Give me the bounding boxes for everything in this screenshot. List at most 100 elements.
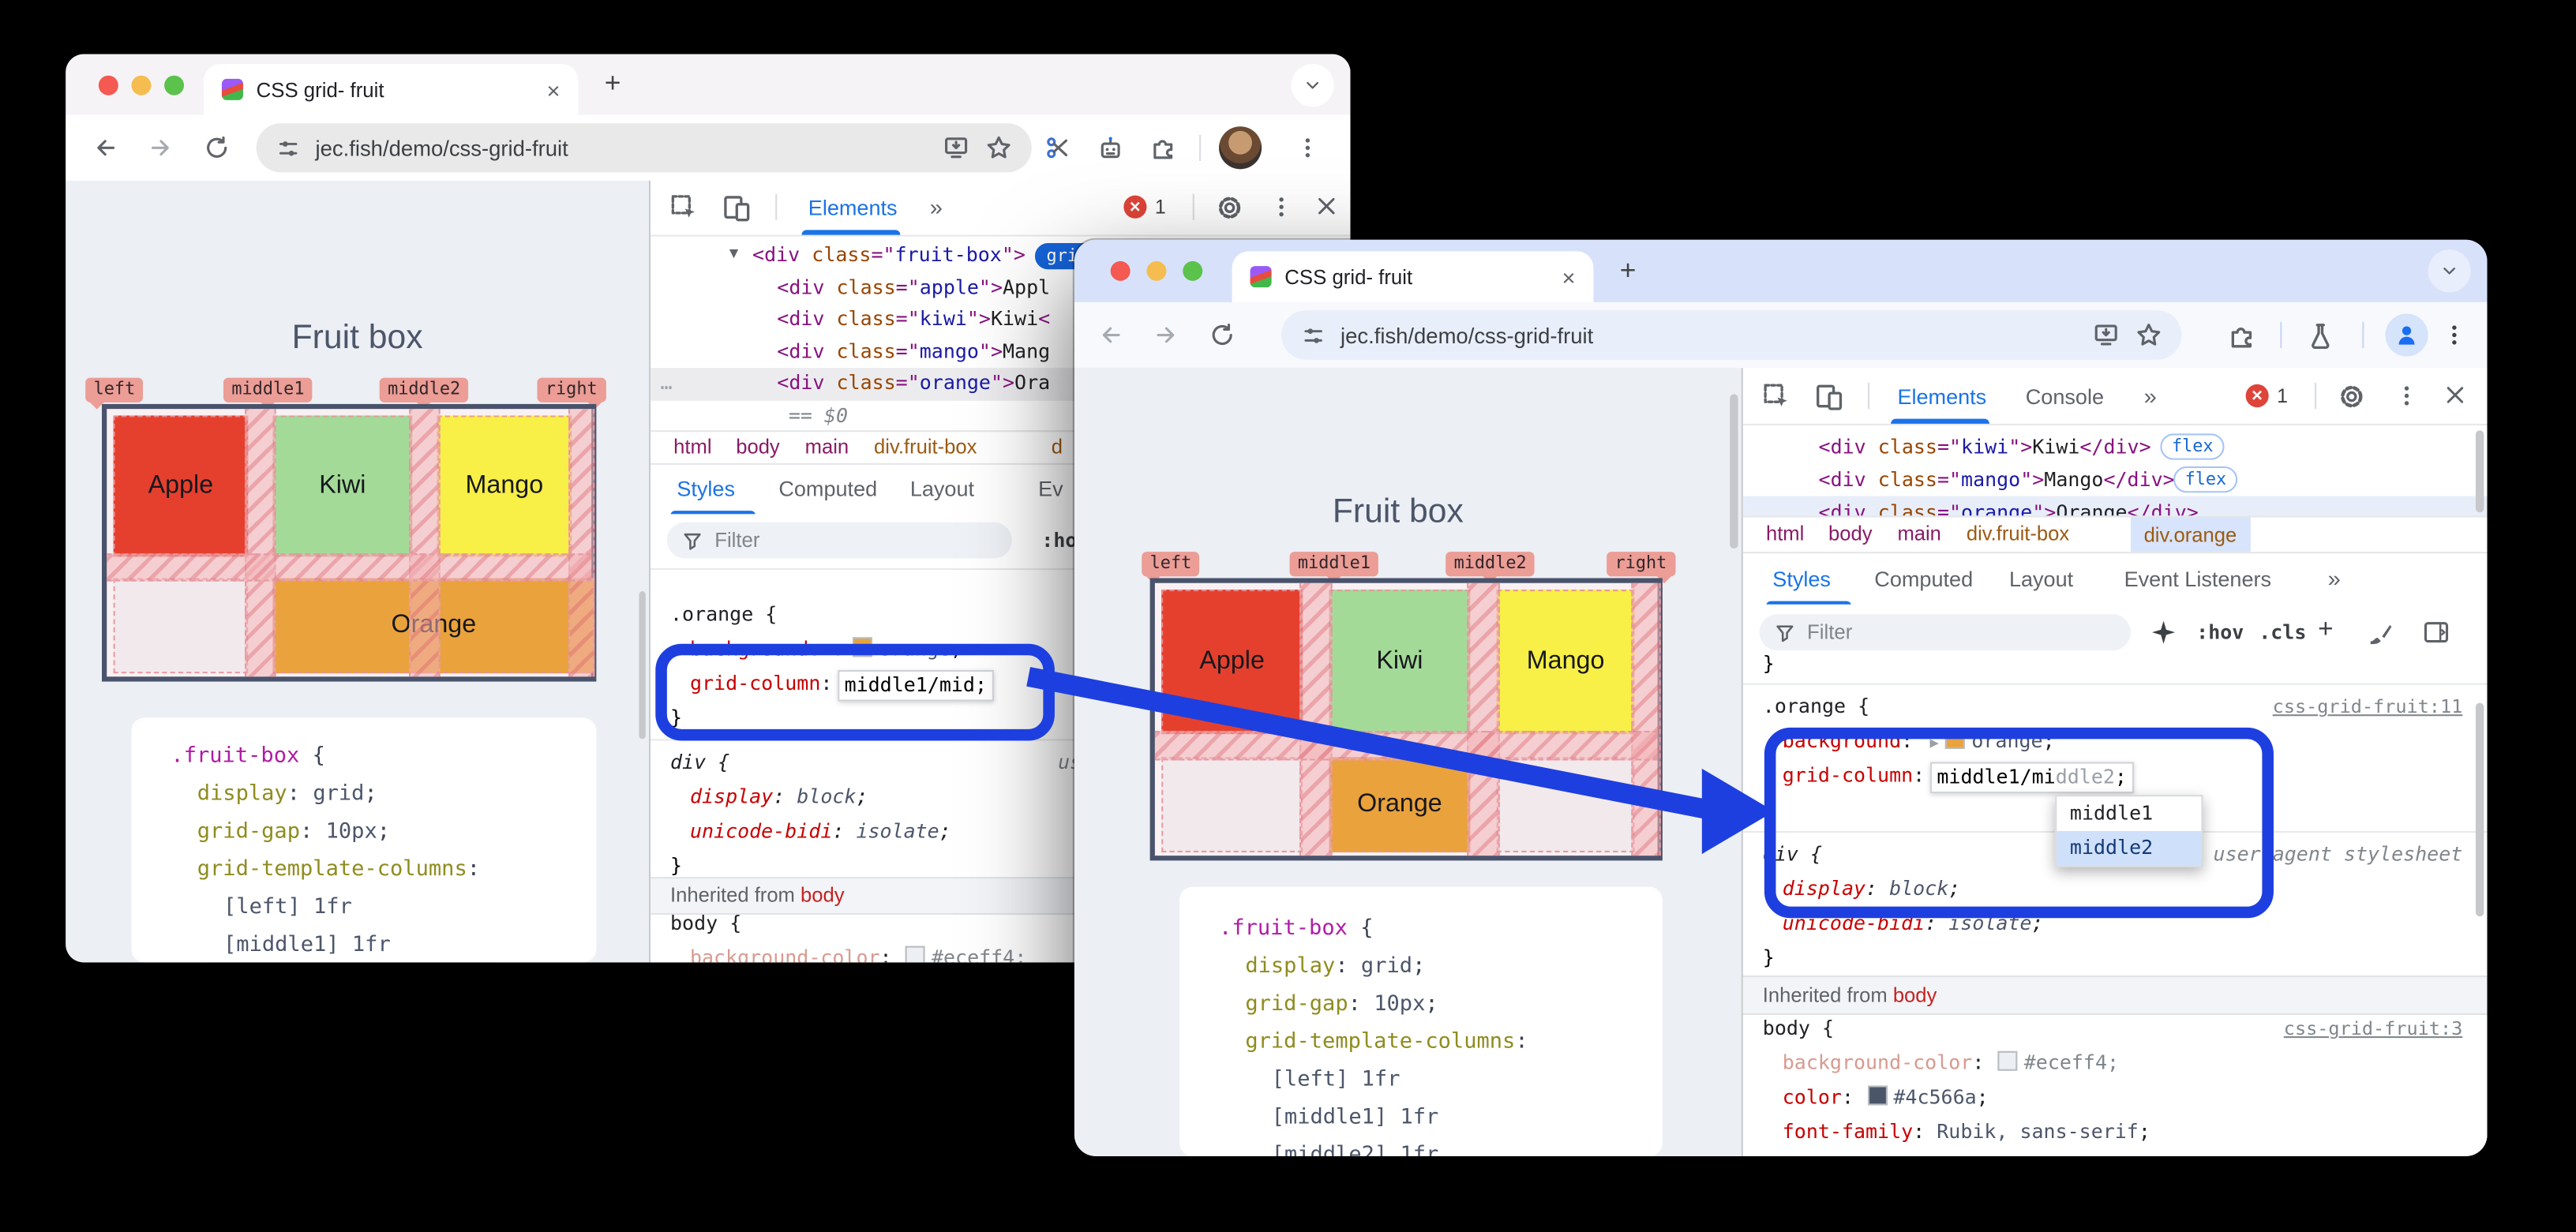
rule-body-background-color[interactable]: background-color: #eceff4; bbox=[1743, 1047, 2488, 1081]
hov-chip[interactable]: :hov bbox=[2196, 621, 2244, 644]
browser-tab[interactable]: CSS grid- fruit × bbox=[1232, 251, 1594, 302]
inspect-icon[interactable] bbox=[1763, 383, 1790, 410]
rule-body-font-family[interactable]: font-family: Rubik, sans-serif; bbox=[1743, 1115, 2488, 1150]
omnibox[interactable]: jec.fish/demo/css-grid-fruit bbox=[256, 123, 1032, 173]
tab-elements[interactable]: Elements bbox=[808, 196, 898, 220]
browser-tab[interactable]: CSS grid- fruit × bbox=[204, 64, 579, 115]
back-nav-icon[interactable] bbox=[92, 135, 118, 161]
devtools-menu-dots-icon[interactable] bbox=[1268, 194, 1294, 220]
flex-badge[interactable]: flex bbox=[2173, 466, 2238, 493]
robot-extension-icon[interactable] bbox=[1097, 135, 1123, 161]
breadcrumb-fruit-box[interactable]: div.fruit-box bbox=[1967, 522, 2069, 545]
back-nav-icon[interactable] bbox=[1097, 322, 1123, 348]
new-rule-plus[interactable]: + bbox=[2318, 616, 2333, 645]
tab-styles[interactable]: Styles bbox=[677, 476, 735, 500]
tab-search-chevron-icon[interactable] bbox=[2428, 249, 2471, 293]
source-link[interactable]: css-grid-fruit:3 bbox=[2284, 1012, 2462, 1047]
source-link[interactable]: css-grid-fruit:11 bbox=[2273, 690, 2463, 725]
close-window-button[interactable] bbox=[1110, 260, 1131, 281]
minimize-window-button[interactable] bbox=[131, 75, 152, 95]
disclosure-triangle-icon[interactable]: ▼ bbox=[729, 240, 738, 272]
forward-nav-icon[interactable] bbox=[1153, 322, 1179, 348]
install-icon[interactable] bbox=[943, 135, 969, 161]
close-window-button[interactable] bbox=[98, 75, 118, 95]
new-tab-button[interactable]: + bbox=[1620, 255, 1637, 288]
tab-close-icon[interactable]: × bbox=[547, 78, 561, 101]
bookmark-star-icon[interactable] bbox=[2135, 322, 2162, 348]
breadcrumb-orange-selected[interactable]: div.orange bbox=[2130, 517, 2250, 554]
breadcrumb-orange-clipped[interactable]: d bbox=[1052, 435, 1063, 458]
more-panels-icon[interactable]: » bbox=[930, 194, 943, 220]
menu-dots-icon[interactable] bbox=[1295, 135, 1321, 161]
extensions-puzzle-icon[interactable] bbox=[1150, 135, 1176, 161]
toggle-sidebar-icon[interactable] bbox=[2423, 619, 2449, 645]
extensions-puzzle-icon[interactable] bbox=[2228, 322, 2255, 350]
breadcrumb-main[interactable]: main bbox=[805, 435, 849, 458]
flex-badge[interactable]: flex bbox=[2160, 433, 2225, 460]
breadcrumb-body[interactable]: body bbox=[736, 435, 780, 458]
devtools-close-icon[interactable] bbox=[1314, 194, 1339, 219]
styles-scrollbar[interactable] bbox=[2475, 702, 2484, 917]
page-scrollbar[interactable] bbox=[639, 591, 646, 740]
ai-sparkle-icon[interactable] bbox=[2150, 619, 2177, 645]
settings-gear-icon[interactable] bbox=[2338, 383, 2365, 410]
bookmark-star-icon[interactable] bbox=[986, 135, 1012, 161]
tab-console[interactable]: Console bbox=[2026, 384, 2104, 409]
menu-dots-icon[interactable] bbox=[2441, 322, 2467, 348]
install-icon[interactable] bbox=[2093, 322, 2119, 348]
breadcrumb-body[interactable]: body bbox=[1828, 522, 1873, 545]
breadcrumb-fruit-box[interactable]: div.fruit-box bbox=[874, 435, 977, 458]
rule-body-selector[interactable]: body { css-grid-fruit:3 bbox=[1743, 1012, 2488, 1047]
filter-input[interactable]: Filter bbox=[1759, 614, 2131, 651]
more-panels-icon[interactable]: » bbox=[2328, 565, 2341, 591]
new-tab-button[interactable]: + bbox=[605, 67, 621, 100]
tab-close-icon[interactable]: × bbox=[1562, 265, 1576, 288]
inherited-node-link[interactable]: body bbox=[801, 884, 845, 907]
breadcrumb-html[interactable]: html bbox=[673, 435, 711, 458]
device-toolbar-icon[interactable] bbox=[723, 194, 751, 222]
url-text[interactable]: jec.fish/demo/css-grid-fruit bbox=[316, 136, 943, 160]
labs-flask-icon[interactable] bbox=[2307, 322, 2334, 350]
cls-chip[interactable]: .cls bbox=[2259, 621, 2306, 644]
minimize-window-button[interactable] bbox=[1146, 260, 1167, 281]
gutter-dots[interactable]: … bbox=[661, 368, 673, 400]
tab-elements[interactable]: Elements bbox=[1897, 384, 1986, 409]
dom-node-kiwi[interactable]: <div class="kiwi">Kiwi</div> flex bbox=[1743, 430, 2488, 463]
console-error-badge[interactable]: ✕ 1 bbox=[2245, 384, 2288, 408]
devtools-menu-dots-icon[interactable] bbox=[2394, 383, 2420, 409]
dom-node-mango[interactable]: <div class="mango">Mango</div> flex bbox=[1743, 463, 2488, 496]
forward-nav-icon[interactable] bbox=[148, 135, 174, 161]
tab-computed[interactable]: Computed bbox=[778, 476, 877, 500]
zoom-window-button[interactable] bbox=[1183, 260, 1203, 281]
omnibox[interactable]: jec.fish/demo/css-grid-fruit bbox=[1281, 310, 2182, 360]
tab-search-chevron-icon[interactable] bbox=[1291, 64, 1334, 107]
tab-event-listeners-clipped[interactable]: Ev bbox=[1038, 476, 1063, 500]
tab-event-listeners[interactable]: Event Listeners bbox=[2124, 567, 2271, 591]
reload-icon[interactable] bbox=[1209, 322, 1236, 348]
inherited-node-link[interactable]: body bbox=[1893, 983, 1937, 1006]
more-panels-icon[interactable]: » bbox=[2144, 383, 2157, 409]
site-info-icon[interactable] bbox=[276, 136, 301, 160]
console-error-badge[interactable]: ✕ 1 bbox=[1123, 195, 1166, 219]
tab-layout[interactable]: Layout bbox=[2009, 567, 2073, 591]
settings-gear-icon[interactable] bbox=[1216, 194, 1243, 222]
filter-input[interactable]: Filter bbox=[666, 522, 1012, 559]
zoom-window-button[interactable] bbox=[164, 75, 185, 95]
breadcrumb-html[interactable]: html bbox=[1766, 522, 1804, 545]
url-text[interactable]: jec.fish/demo/css-grid-fruit bbox=[1340, 323, 2093, 347]
tab-styles[interactable]: Styles bbox=[1772, 567, 1831, 591]
scissors-extension-icon[interactable] bbox=[1044, 135, 1071, 161]
avatar[interactable] bbox=[1219, 126, 1262, 170]
inspect-icon[interactable] bbox=[670, 194, 698, 222]
reload-icon[interactable] bbox=[204, 135, 230, 161]
rule-body-color[interactable]: color: #4c566a; bbox=[1743, 1080, 2488, 1115]
rule-orange-selector[interactable]: .orange { css-grid-fruit:11 bbox=[1743, 690, 2488, 725]
rule-body-font-size[interactable]: font-size: 18px; bbox=[1743, 1150, 2488, 1156]
breadcrumb-main[interactable]: main bbox=[1897, 522, 1940, 545]
tab-computed[interactable]: Computed bbox=[1874, 567, 1973, 591]
site-info-icon[interactable] bbox=[1301, 323, 1325, 347]
device-toolbar-icon[interactable] bbox=[1815, 383, 1843, 410]
devtools-close-icon[interactable] bbox=[2443, 383, 2467, 407]
dom-node-orange-selected-clipped[interactable]: <div class="orange">Orange</div> bbox=[1742, 496, 2488, 516]
tree-scrollbar[interactable] bbox=[2475, 430, 2484, 513]
